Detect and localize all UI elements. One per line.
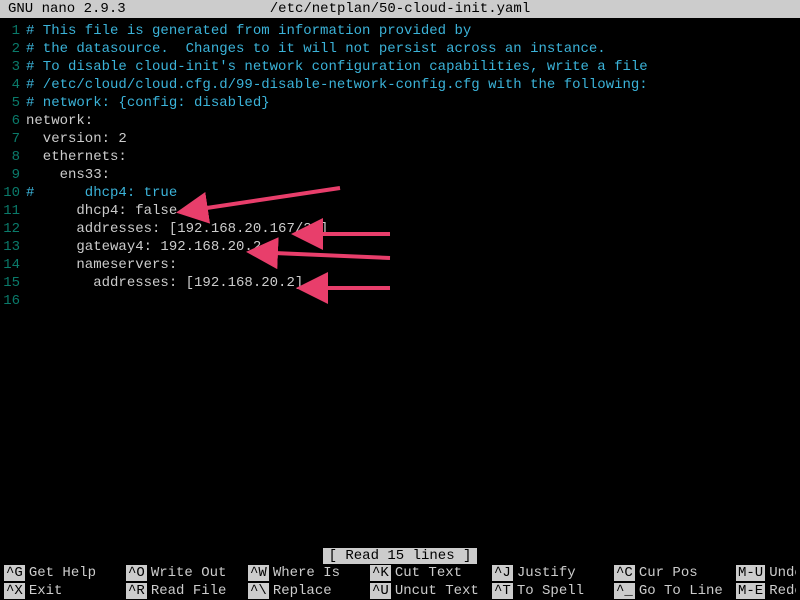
code-line[interactable]: 2# the datasource. Changes to it will no… bbox=[0, 40, 800, 58]
code-line[interactable]: 13 gateway4: 192.168.20.2 bbox=[0, 238, 800, 256]
code-line[interactable]: 11 dhcp4: false bbox=[0, 202, 800, 220]
line-number: 2 bbox=[0, 40, 22, 58]
file-path: /etc/netplan/50-cloud-init.yaml bbox=[270, 0, 530, 18]
line-text bbox=[22, 292, 26, 310]
line-number: 8 bbox=[0, 148, 22, 166]
code-line[interactable]: 8 ethernets: bbox=[0, 148, 800, 166]
line-text: gateway4: 192.168.20.2 bbox=[22, 238, 261, 256]
code-line[interactable]: 15 addresses: [192.168.20.2] bbox=[0, 274, 800, 292]
editor-content[interactable]: 1# This file is generated from informati… bbox=[0, 18, 800, 314]
line-number: 12 bbox=[0, 220, 22, 238]
status-text: [ Read 15 lines ] bbox=[323, 548, 478, 564]
shortcut-label: Uncut Text bbox=[395, 583, 479, 599]
code-line[interactable]: 10# dhcp4: true bbox=[0, 184, 800, 202]
line-number: 4 bbox=[0, 76, 22, 94]
shortcut-item: ^JJustify bbox=[492, 564, 614, 582]
line-number: 11 bbox=[0, 202, 22, 220]
code-line[interactable]: 3# To disable cloud-init's network confi… bbox=[0, 58, 800, 76]
line-text: ethernets: bbox=[22, 148, 127, 166]
line-number: 10 bbox=[0, 184, 22, 202]
shortcut-item: ^\Replace bbox=[248, 582, 370, 600]
shortcut-label: Replace bbox=[273, 583, 332, 599]
nano-titlebar: GNU nano 2.9.3 /etc/netplan/50-cloud-ini… bbox=[0, 0, 800, 18]
shortcut-item: ^OWrite Out bbox=[126, 564, 248, 582]
line-number: 16 bbox=[0, 292, 22, 310]
shortcut-label: Go To Line bbox=[639, 583, 723, 599]
shortcut-key: M-U bbox=[736, 565, 765, 581]
line-number: 5 bbox=[0, 94, 22, 112]
line-text: # /etc/cloud/cloud.cfg.d/99-disable-netw… bbox=[22, 76, 648, 94]
shortcut-label: Redo bbox=[769, 583, 796, 599]
code-line[interactable]: 16 bbox=[0, 292, 800, 310]
shortcut-item: M-UUndo bbox=[736, 564, 796, 582]
shortcut-label: To Spell bbox=[517, 583, 584, 599]
line-number: 9 bbox=[0, 166, 22, 184]
line-number: 13 bbox=[0, 238, 22, 256]
line-text: version: 2 bbox=[22, 130, 127, 148]
line-text: addresses: [192.168.20.167/24] bbox=[22, 220, 328, 238]
shortcut-label: Exit bbox=[29, 583, 63, 599]
line-number: 14 bbox=[0, 256, 22, 274]
shortcut-key: ^C bbox=[614, 565, 635, 581]
shortcut-item: ^TTo Spell bbox=[492, 582, 614, 600]
code-line[interactable]: 9 ens33: bbox=[0, 166, 800, 184]
shortcut-key: ^\ bbox=[248, 583, 269, 599]
shortcut-key: ^X bbox=[4, 583, 25, 599]
shortcut-item: ^_Go To Line bbox=[614, 582, 736, 600]
shortcut-key: ^J bbox=[492, 565, 513, 581]
shortcut-label: Where Is bbox=[273, 565, 340, 581]
code-line[interactable]: 4# /etc/cloud/cloud.cfg.d/99-disable-net… bbox=[0, 76, 800, 94]
line-text: dhcp4: false bbox=[22, 202, 177, 220]
code-line[interactable]: 12 addresses: [192.168.20.167/24] bbox=[0, 220, 800, 238]
shortcut-key: ^G bbox=[4, 565, 25, 581]
shortcut-label: Justify bbox=[517, 565, 576, 581]
status-bar: [ Read 15 lines ] bbox=[0, 548, 800, 564]
line-number: 3 bbox=[0, 58, 22, 76]
shortcut-label: Undo bbox=[769, 565, 796, 581]
shortcut-item: ^UUncut Text bbox=[370, 582, 492, 600]
line-text: # the datasource. Changes to it will not… bbox=[22, 40, 606, 58]
line-text: # To disable cloud-init's network config… bbox=[22, 58, 648, 76]
line-number: 7 bbox=[0, 130, 22, 148]
code-line[interactable]: 14 nameservers: bbox=[0, 256, 800, 274]
shortcut-key: ^O bbox=[126, 565, 147, 581]
code-line[interactable]: 7 version: 2 bbox=[0, 130, 800, 148]
shortcut-label: Get Help bbox=[29, 565, 96, 581]
code-line[interactable]: 6network: bbox=[0, 112, 800, 130]
line-text: # This file is generated from informatio… bbox=[22, 22, 471, 40]
shortcut-item: ^CCur Pos bbox=[614, 564, 736, 582]
shortcut-item: ^WWhere Is bbox=[248, 564, 370, 582]
shortcut-item: ^RRead File bbox=[126, 582, 248, 600]
shortcut-key: ^T bbox=[492, 583, 513, 599]
shortcut-key: M-E bbox=[736, 583, 765, 599]
shortcut-label: Cur Pos bbox=[639, 565, 698, 581]
shortcut-label: Write Out bbox=[151, 565, 227, 581]
line-text: # dhcp4: true bbox=[22, 184, 177, 202]
line-text: ens33: bbox=[22, 166, 110, 184]
line-text: nameservers: bbox=[22, 256, 177, 274]
shortcut-key: ^_ bbox=[614, 583, 635, 599]
shortcut-item: ^KCut Text bbox=[370, 564, 492, 582]
shortcut-item: ^XExit bbox=[4, 582, 126, 600]
line-text: addresses: [192.168.20.2] bbox=[22, 274, 303, 292]
shortcut-key: ^W bbox=[248, 565, 269, 581]
line-text: # network: {config: disabled} bbox=[22, 94, 270, 112]
shortcut-label: Read File bbox=[151, 583, 227, 599]
shortcut-item: ^GGet Help bbox=[4, 564, 126, 582]
shortcut-label: Cut Text bbox=[395, 565, 462, 581]
line-text: network: bbox=[22, 112, 93, 130]
app-version: GNU nano 2.9.3 bbox=[8, 0, 126, 18]
line-number: 15 bbox=[0, 274, 22, 292]
shortcut-key: ^R bbox=[126, 583, 147, 599]
shortcut-key: ^K bbox=[370, 565, 391, 581]
code-line[interactable]: 5# network: {config: disabled} bbox=[0, 94, 800, 112]
line-number: 1 bbox=[0, 22, 22, 40]
shortcut-bar: ^GGet Help^OWrite Out^WWhere Is^KCut Tex… bbox=[0, 564, 800, 600]
shortcut-key: ^U bbox=[370, 583, 391, 599]
code-line[interactable]: 1# This file is generated from informati… bbox=[0, 22, 800, 40]
shortcut-item: M-ERedo bbox=[736, 582, 796, 600]
line-number: 6 bbox=[0, 112, 22, 130]
